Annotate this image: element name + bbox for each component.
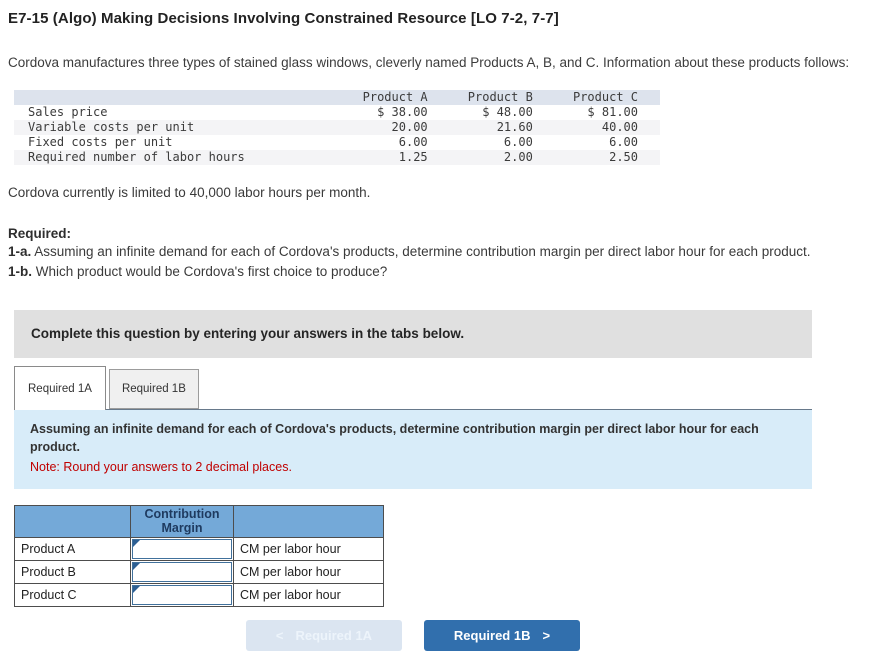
column-header-product-a: Product A	[362, 90, 428, 105]
row-label: Sales price	[28, 105, 108, 120]
required-item-1a: 1-a. Assuming an infinite demand for eac…	[8, 242, 890, 262]
answer-row-label: Product B	[14, 559, 131, 584]
prompt-box: Assuming an infinite demand for each of …	[14, 409, 812, 489]
prompt-note: Note: Round your answers to 2 decimal pl…	[30, 460, 292, 475]
intro-paragraph: Cordova manufactures three types of stai…	[8, 55, 850, 70]
header-spacer	[14, 90, 345, 105]
tab-required-1b[interactable]: Required 1B	[108, 368, 199, 409]
answer-header-spacer	[233, 504, 384, 538]
cell-value: 40.00	[601, 120, 638, 135]
answer-header-contribution-margin: Contribution Margin	[130, 504, 234, 538]
required-item-text: Assuming an infinite demand for each of …	[31, 243, 811, 259]
answer-row-suffix: CM per labor hour	[233, 582, 384, 607]
column-header-product-c: Product C	[572, 90, 638, 105]
answer-table: Contribution Margin Product A CM per lab…	[14, 504, 384, 607]
chevron-left-icon: <	[275, 627, 284, 643]
row-label: Fixed costs per unit	[28, 135, 173, 150]
cell-value: 6.00	[609, 135, 638, 150]
cell-value: 2.00	[503, 150, 533, 165]
table-row: Required number of labor hours 1.25 2.00…	[14, 149, 660, 165]
instruction-banner-text: Complete this question by entering your …	[31, 326, 465, 342]
answer-row-label: Product A	[14, 536, 131, 561]
cell-value: $ 81.00	[587, 105, 638, 120]
cell-value: 2.50	[609, 150, 638, 165]
cell-value: 1.25	[398, 150, 428, 165]
product-info-table: Product A Product B Product C Sales pric…	[14, 89, 660, 165]
required-item-text: Which product would be Cordova's first c…	[32, 264, 388, 280]
row-label: Required number of labor hours	[28, 150, 245, 165]
answer-row-product-c: Product C CM per labor hour	[14, 582, 384, 607]
answer-input-cell	[130, 582, 234, 607]
answer-row-product-a: Product A CM per labor hour	[14, 536, 384, 561]
table-header-row: Product A Product B Product C	[14, 89, 660, 105]
instruction-banner: Complete this question by entering your …	[14, 309, 812, 358]
answer-row-suffix: CM per labor hour	[233, 536, 384, 561]
prev-tab-button[interactable]: < Required 1A	[246, 619, 402, 651]
answer-input-cell	[130, 559, 234, 584]
answer-header-spacer	[14, 504, 131, 538]
cell-value: 20.00	[391, 120, 428, 135]
required-item-1b: 1-b. Which product would be Cordova's fi…	[8, 262, 890, 282]
cell-value: 21.60	[496, 120, 533, 135]
cell-value: 6.00	[503, 135, 533, 150]
tab-navigation: < Required 1A Required 1B >	[14, 619, 812, 651]
table-row: Fixed costs per unit 6.00 6.00 6.00	[14, 135, 660, 150]
answer-table-header-row: Contribution Margin	[14, 504, 384, 538]
prompt-text: Assuming an infinite demand for each of …	[30, 421, 759, 455]
table-row: Sales price $ 38.00 $ 48.00 $ 81.00	[14, 105, 660, 120]
cell-value: $ 48.00	[482, 105, 533, 120]
chevron-right-icon: >	[542, 627, 551, 643]
required-item-prefix: 1-a.	[8, 243, 32, 259]
column-header-product-b: Product B	[467, 90, 533, 105]
required-heading: Required:	[8, 225, 72, 241]
cell-value: $ 38.00	[377, 105, 428, 120]
tab-bar: Required 1A Required 1B	[14, 365, 888, 410]
contribution-margin-input-product-c[interactable]	[132, 584, 232, 605]
answer-input-cell	[130, 536, 234, 561]
row-label: Variable costs per unit	[28, 120, 195, 135]
answer-row-suffix: CM per labor hour	[233, 559, 384, 584]
tab-required-1a[interactable]: Required 1A	[14, 365, 106, 410]
required-item-prefix: 1-b.	[8, 264, 33, 280]
prev-tab-button-label: Required 1A	[295, 627, 373, 643]
contribution-margin-input-product-b[interactable]	[132, 561, 232, 582]
table-row: Variable costs per unit 20.00 21.60 40.0…	[14, 119, 660, 135]
answer-row-label: Product C	[14, 582, 131, 607]
tab-panel: Assuming an infinite demand for each of …	[14, 408, 812, 651]
contribution-margin-input-product-a[interactable]	[132, 538, 232, 559]
next-tab-button[interactable]: Required 1B >	[424, 619, 580, 651]
answer-row-product-b: Product B CM per labor hour	[14, 559, 384, 584]
page-title: E7-15 (Algo) Making Decisions Involving …	[8, 10, 559, 27]
next-tab-button-label: Required 1B	[453, 627, 531, 643]
cell-value: 6.00	[398, 135, 428, 150]
constraint-text: Cordova currently is limited to 40,000 l…	[8, 184, 371, 200]
